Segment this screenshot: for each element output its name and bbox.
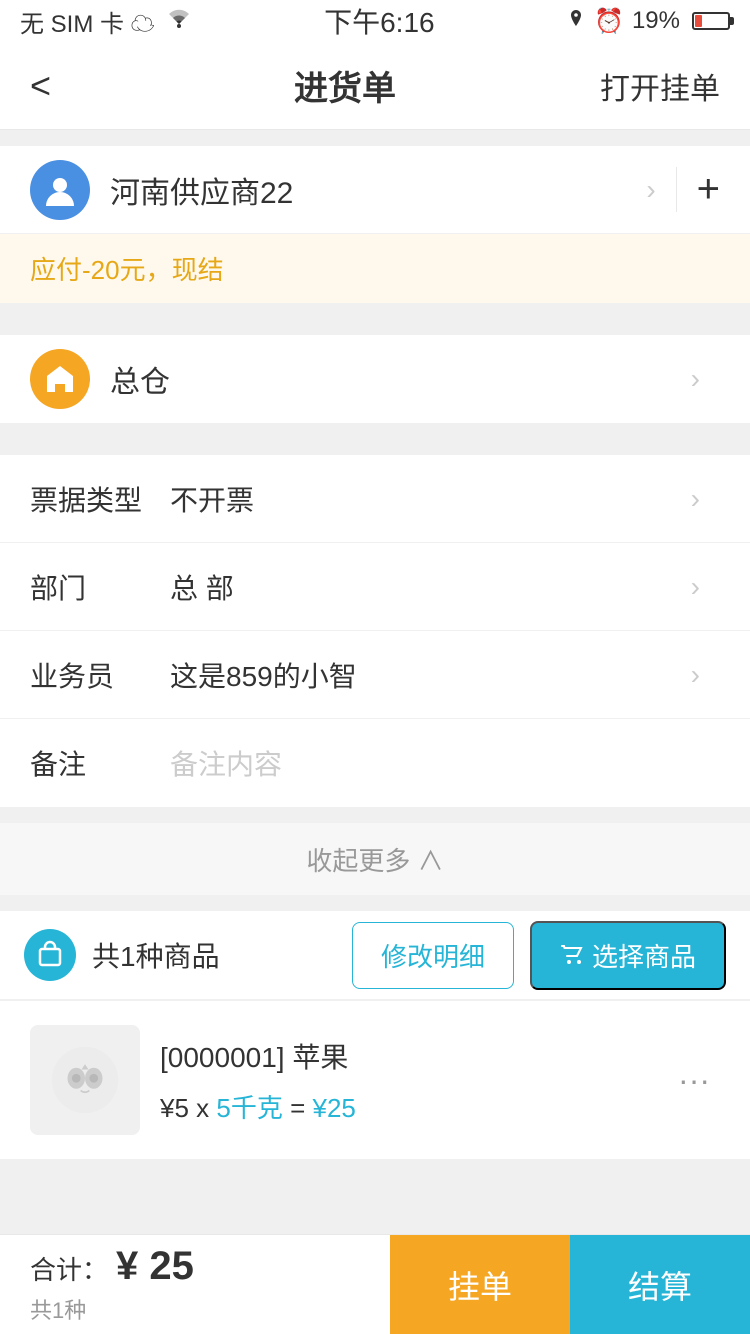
remark-row[interactable]: 备注 备注内容 — [0, 719, 750, 807]
collapse-label: 收起更多 ∧ — [306, 841, 443, 878]
salesperson-row[interactable]: 业务员 这是859的小智 › — [0, 631, 750, 719]
price-unit: ¥5 — [160, 1093, 189, 1123]
nav-bar: < 进货单 打开挂单 — [0, 42, 750, 130]
payment-hint: 应付-20元，现结 — [0, 234, 750, 303]
checkout-label: 结算 — [628, 1262, 692, 1308]
total-section: 合计： ¥ 25 共1种 — [0, 1235, 390, 1334]
cart-icon — [560, 943, 584, 967]
invoice-type-value: 不开票 — [170, 479, 691, 519]
status-bar: 无 SIM 卡 ☁ 下午6:16 ⏰ 19% — [0, 0, 750, 42]
product-count-label: 共1种商品 — [92, 935, 336, 975]
product-price: ¥5 x 5千克 = ¥25 — [160, 1088, 648, 1125]
status-time: 下午6:16 — [324, 1, 435, 41]
battery-icon — [692, 12, 730, 30]
product-count-icon — [24, 929, 76, 981]
invoice-type-row[interactable]: 票据类型 不开票 › — [0, 455, 750, 543]
home-icon — [43, 362, 77, 396]
salesperson-label: 业务员 — [30, 655, 150, 695]
salesperson-value: 这是859的小智 — [170, 655, 691, 695]
divider-4 — [0, 895, 750, 911]
warehouse-section: 总仓 › — [0, 335, 750, 423]
total-text: 合计： — [30, 1250, 108, 1287]
warehouse-chevron-icon: › — [691, 363, 700, 395]
edit-detail-button[interactable]: 修改明细 — [352, 922, 514, 989]
product-name: [0000001] 苹果 — [160, 1036, 648, 1076]
total-count: 共1种 — [30, 1293, 360, 1325]
alarm-icon: ⏰ — [594, 7, 624, 36]
supplier-chevron-icon: › — [646, 174, 655, 206]
divider-3 — [0, 439, 750, 455]
supplier-name: 河南供应商22 — [110, 168, 646, 212]
select-product-label: 选择商品 — [592, 937, 696, 974]
hold-label: 挂单 — [448, 1262, 512, 1308]
department-value: 总 部 — [170, 567, 691, 607]
page-title: 进货单 — [294, 61, 396, 110]
person-icon — [42, 172, 78, 208]
remark-label: 备注 — [30, 743, 150, 783]
select-product-button[interactable]: 选择商品 — [530, 921, 726, 990]
salesperson-chevron-icon: › — [691, 659, 700, 691]
form-section: 票据类型 不开票 › 部门 总 部 › 业务员 这是859的小智 › 备注 备注… — [0, 455, 750, 807]
back-button[interactable]: < — [30, 65, 90, 107]
supplier-row[interactable]: 河南供应商22 › + — [0, 146, 750, 234]
wifi-icon — [165, 7, 193, 35]
remark-value: 备注内容 — [170, 743, 720, 783]
total-amount: ¥ 25 — [116, 1244, 194, 1289]
divider-2 — [0, 319, 750, 335]
hold-button[interactable]: 挂单 — [390, 1235, 570, 1334]
location-icon — [566, 7, 586, 35]
invoice-type-chevron-icon: › — [691, 483, 700, 515]
warehouse-row[interactable]: 总仓 › — [0, 335, 750, 423]
warehouse-name: 总仓 — [110, 357, 691, 401]
sim-label: 无 SIM 卡 ☁ — [20, 4, 155, 39]
status-right: ⏰ 19% — [566, 7, 730, 36]
department-row[interactable]: 部门 总 部 › — [0, 543, 750, 631]
department-chevron-icon: › — [691, 571, 700, 603]
price-separator: x — [196, 1093, 216, 1123]
collapse-button[interactable]: 收起更多 ∧ — [0, 823, 750, 895]
total-label: 合计： ¥ 25 — [30, 1244, 360, 1289]
warehouse-icon — [30, 349, 90, 409]
total-price: ¥25 — [313, 1093, 356, 1123]
battery-percent: 19% — [632, 7, 680, 35]
more-options-button[interactable]: ··· — [668, 1062, 720, 1099]
product-item: [0000001] 苹果 ¥5 x 5千克 = ¥25 ··· — [0, 1001, 750, 1159]
department-label: 部门 — [30, 567, 150, 607]
bottom-bar: 合计： ¥ 25 共1种 挂单 结算 — [0, 1234, 750, 1334]
checkout-button[interactable]: 结算 — [570, 1235, 750, 1334]
shopping-bag-icon — [34, 939, 66, 971]
invoice-type-label: 票据类型 — [30, 479, 150, 519]
open-hold-button[interactable]: 打开挂单 — [600, 64, 720, 108]
quantity-value: 5千克 — [216, 1093, 282, 1123]
product-info: [0000001] 苹果 ¥5 x 5千克 = ¥25 — [160, 1036, 648, 1125]
add-supplier-button[interactable]: + — [676, 167, 720, 212]
equals-sign: = — [290, 1093, 312, 1123]
owl-logo-icon — [50, 1045, 120, 1115]
supplier-avatar — [30, 160, 90, 220]
products-header: 共1种商品 修改明细 选择商品 — [0, 911, 750, 999]
supplier-section: 河南供应商22 › + 应付-20元，现结 — [0, 146, 750, 303]
status-left: 无 SIM 卡 ☁ — [20, 4, 193, 39]
product-thumbnail — [30, 1025, 140, 1135]
divider-1 — [0, 130, 750, 146]
